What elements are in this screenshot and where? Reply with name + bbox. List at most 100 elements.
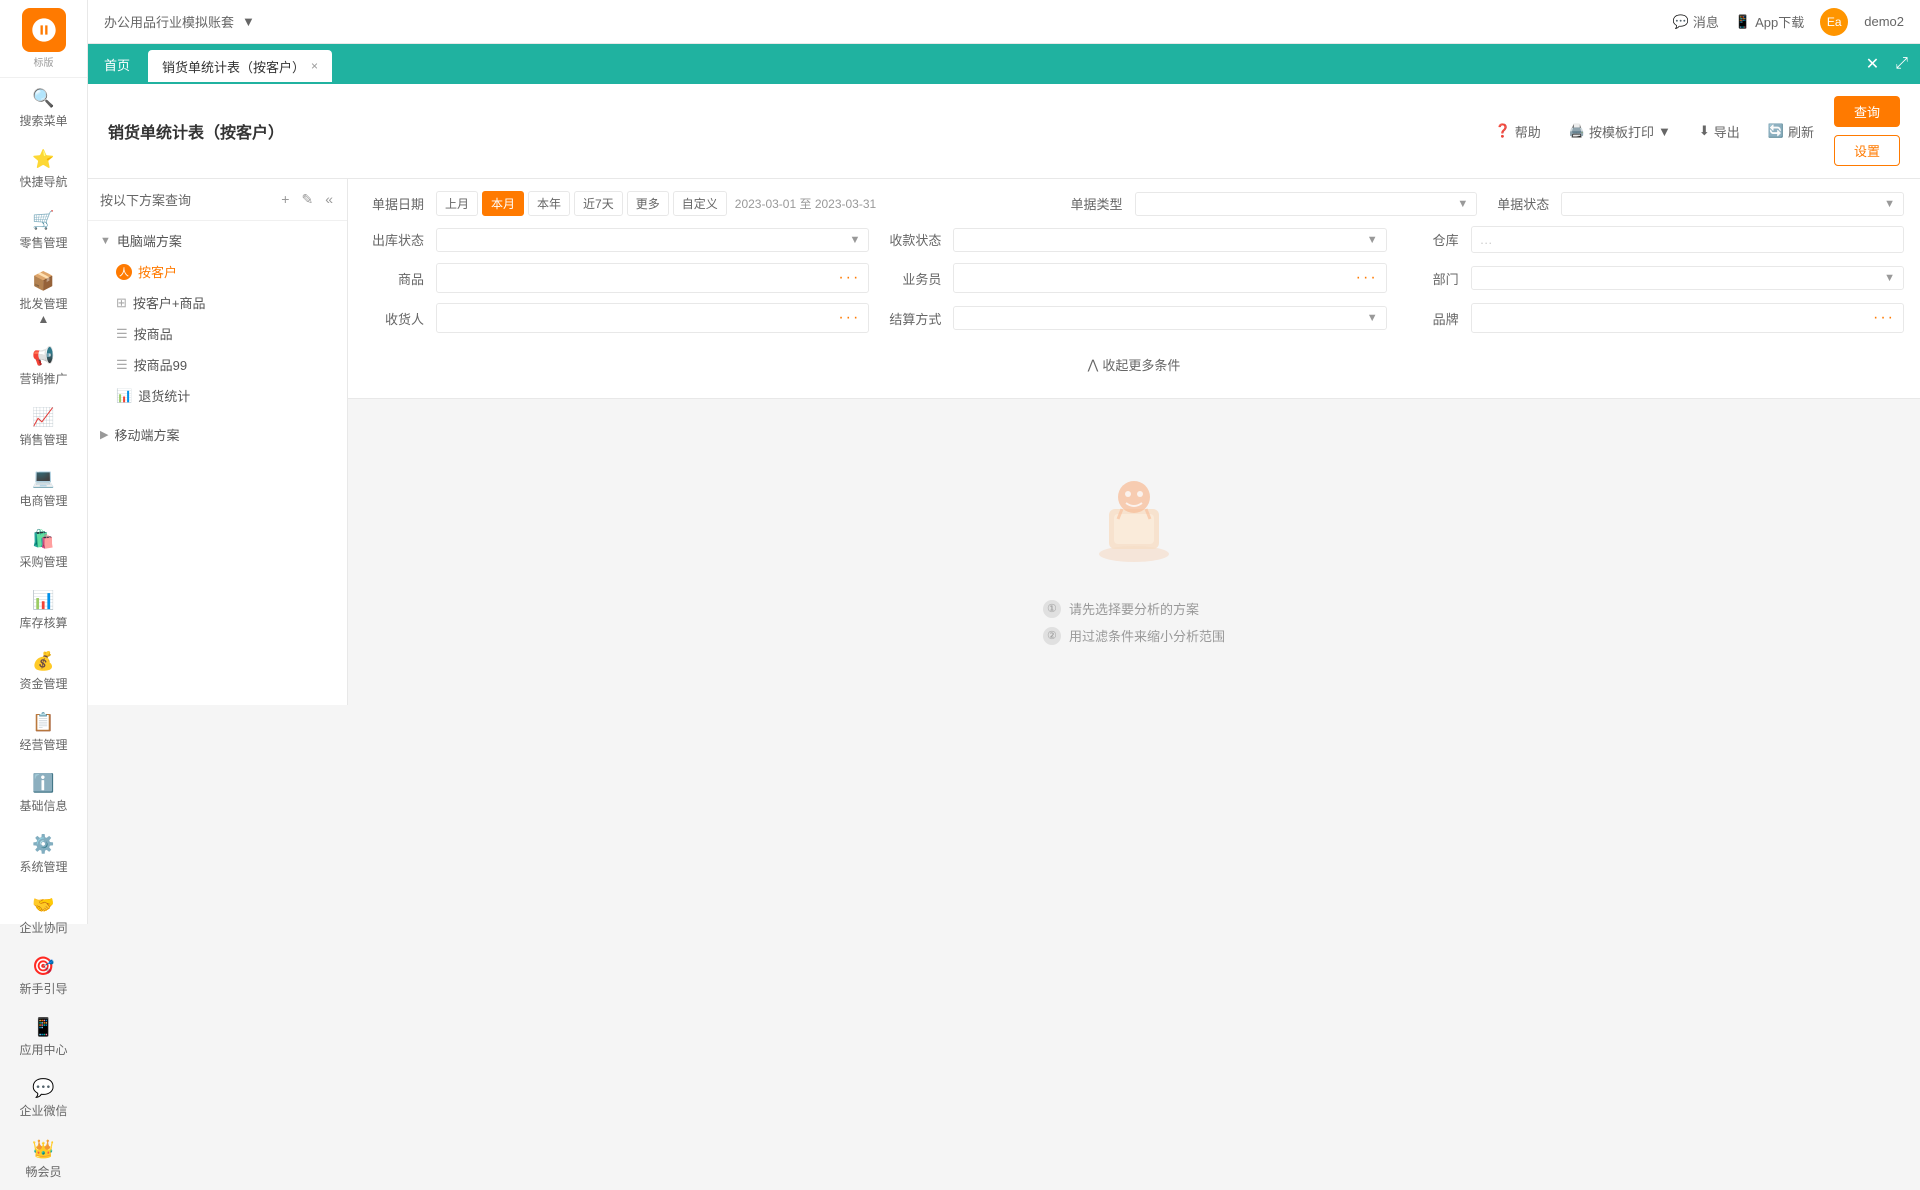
recipient-label: 收货人	[364, 309, 424, 328]
scheme-item-by-goods[interactable]: ☰ 按商品	[88, 318, 347, 349]
filter-row-2: 出库状态 ▼ 收款状态 ▼ 仓库 …	[364, 226, 1904, 253]
wholesale-icon: 📦	[32, 271, 54, 292]
app-center-icon: 📱	[32, 1017, 54, 1038]
goods-select[interactable]: ···	[436, 263, 869, 293]
custom-btn[interactable]: 自定义	[673, 191, 727, 216]
expand-icon: ▼	[100, 235, 111, 247]
finance-icon: 💰	[32, 651, 54, 672]
by-customer-icon: 人	[116, 264, 132, 280]
user-name[interactable]: demo2	[1864, 14, 1904, 29]
content-area: 销货单统计表（按客户） ❓ 帮助 🖨️ 按模板打印 ▼ ⬇ 导出 🔄 刷新	[88, 84, 1920, 924]
brand-dots[interactable]: ···	[1873, 309, 1895, 327]
system-icon: ⚙️	[32, 834, 54, 855]
mobile-group-header[interactable]: ▶ 移动端方案	[88, 419, 347, 450]
export-button[interactable]: ⬇ 导出	[1691, 118, 1748, 145]
sidebar-item-ecommerce[interactable]: 💻 电商管理	[0, 458, 87, 519]
order-status-select[interactable]: ▼	[1561, 192, 1904, 216]
user-avatar[interactable]: Ea	[1820, 8, 1848, 36]
help-button[interactable]: ❓ 帮助	[1487, 118, 1549, 145]
help-icon: ❓	[1495, 123, 1511, 139]
sidebar-item-sales[interactable]: 📈 销售管理	[0, 397, 87, 458]
by-goods-icon: ☰	[116, 326, 128, 342]
sidebar-item-cooperation[interactable]: 🤝 企业协同	[0, 885, 87, 946]
search-icon: 🔍	[32, 88, 54, 109]
logo-area: 标版	[0, 0, 87, 78]
sidebar-item-corp-wechat[interactable]: 💬 企业微信	[0, 1068, 87, 1129]
sidebar-item-vip[interactable]: 👑 畅会员	[0, 1129, 87, 1190]
last-month-btn[interactable]: 上月	[436, 191, 478, 216]
sidebar-item-finance[interactable]: 💰 资金管理	[0, 641, 87, 702]
dept-select[interactable]: ▼	[1471, 266, 1904, 290]
out-status-select[interactable]: ▼	[436, 228, 869, 252]
recipient-select[interactable]: ···	[436, 303, 869, 333]
tab-close-button[interactable]: ✕	[1862, 50, 1883, 78]
tip-num-1: ①	[1043, 600, 1061, 618]
topbar: 办公用品行业模拟账套 ▼ 💬 消息 📱 App下载 Ea demo2	[88, 0, 1920, 44]
collapse-button[interactable]: ⋀ 收起更多条件	[364, 349, 1904, 380]
salesperson-label: 业务员	[881, 269, 941, 288]
tab-close-icon[interactable]: ×	[311, 59, 318, 73]
desktop-group-title: 电脑端方案	[117, 231, 182, 250]
scheme-item-return-stats[interactable]: 📊 退货统计	[88, 380, 347, 411]
refresh-button[interactable]: 🔄 刷新	[1760, 118, 1822, 145]
collapse-scheme-button[interactable]: «	[323, 189, 335, 210]
marketing-icon: 📢	[32, 346, 54, 367]
topbar-dropdown-icon[interactable]: ▼	[242, 14, 255, 29]
scheme-item-by-customer[interactable]: 人 按客户	[88, 256, 347, 287]
goods-dots[interactable]: ···	[838, 269, 860, 287]
edit-scheme-button[interactable]: ✎	[299, 189, 315, 210]
sidebar-item-inventory[interactable]: 📊 库存核算	[0, 580, 87, 641]
tab-maximize-button[interactable]: ⤢	[1891, 51, 1912, 77]
sidebar-item-app-center[interactable]: 📱 应用中心	[0, 1007, 87, 1068]
receipt-status-select[interactable]: ▼	[953, 228, 1386, 252]
empty-tip-1: ① 请先选择要分析的方案	[1043, 599, 1225, 618]
message-button[interactable]: 💬 消息	[1673, 12, 1719, 31]
more-btn[interactable]: 更多	[627, 191, 669, 216]
recipient-dots[interactable]: ···	[838, 309, 860, 327]
settings-button[interactable]: 设置	[1834, 135, 1900, 166]
this-year-btn[interactable]: 本年	[528, 191, 570, 216]
scheme-item-by-customer-goods[interactable]: ⊞ 按客户+商品	[88, 287, 347, 318]
last7-btn[interactable]: 近7天	[574, 191, 623, 216]
sidebar-item-system[interactable]: ⚙️ 系统管理	[0, 824, 87, 885]
sidebar-item-purchase[interactable]: 🛍️ 采购管理	[0, 519, 87, 580]
scheme-panel: 按以下方案查询 + ✎ « ▼ 电脑端方案 人 按客户	[88, 179, 348, 705]
desktop-group-header[interactable]: ▼ 电脑端方案	[88, 225, 347, 256]
page-title: 销货单统计表（按客户）	[108, 119, 284, 143]
corp-wechat-icon: 💬	[32, 1078, 54, 1099]
tab-active[interactable]: 销货单统计表（按客户） ×	[148, 50, 332, 82]
salesperson-select[interactable]: ···	[953, 263, 1386, 293]
add-scheme-button[interactable]: +	[279, 189, 291, 210]
print-dropdown-icon: ▼	[1658, 124, 1671, 139]
salesperson-dots[interactable]: ···	[1356, 269, 1378, 287]
receipt-status-arrow: ▼	[1367, 234, 1378, 246]
empty-state: ① 请先选择要分析的方案 ② 用过滤条件来缩小分析范围	[348, 399, 1920, 705]
order-type-select[interactable]: ▼	[1135, 192, 1478, 216]
sidebar-item-marketing[interactable]: 📢 营销推广	[0, 336, 87, 397]
retail-icon: 🛒	[32, 210, 54, 231]
this-month-btn[interactable]: 本月	[482, 191, 524, 216]
scheme-header: 按以下方案查询 + ✎ «	[88, 179, 347, 221]
print-button[interactable]: 🖨️ 按模板打印 ▼	[1561, 118, 1679, 145]
sidebar-item-operation[interactable]: 📋 经营管理	[0, 702, 87, 763]
collapse-row: ⋀ 收起更多条件	[364, 343, 1904, 386]
settlement-select[interactable]: ▼	[953, 306, 1386, 330]
mobile-expand-icon: ▶	[100, 428, 108, 441]
warehouse-select[interactable]: …	[1471, 226, 1904, 253]
active-tab-label: 销货单统计表（按客户）	[162, 57, 305, 76]
brand-select[interactable]: ···	[1471, 303, 1904, 333]
sidebar-item-search[interactable]: 🔍 搜索菜单	[0, 78, 87, 139]
sales-icon: 📈	[32, 407, 54, 428]
sidebar-item-retail[interactable]: 🛒 零售管理	[0, 200, 87, 261]
empty-tips: ① 请先选择要分析的方案 ② 用过滤条件来缩小分析范围	[1043, 599, 1225, 645]
sidebar-item-newbie[interactable]: 🎯 新手引导	[0, 946, 87, 1007]
sidebar-item-basic[interactable]: ℹ️ 基础信息	[0, 763, 87, 824]
app-download-button[interactable]: 📱 App下载	[1735, 12, 1804, 31]
query-button[interactable]: 查询	[1834, 96, 1900, 127]
tab-home[interactable]: 首页	[88, 44, 146, 84]
logo-text: 标版	[34, 54, 54, 69]
phone-icon: 📱	[1735, 14, 1751, 30]
sidebar-item-wholesale[interactable]: 📦 批发管理 ▲	[0, 261, 87, 336]
sidebar-item-quick-nav[interactable]: ⭐ 快捷导航	[0, 139, 87, 200]
scheme-item-by-goods99[interactable]: ☰ 按商品99	[88, 349, 347, 380]
